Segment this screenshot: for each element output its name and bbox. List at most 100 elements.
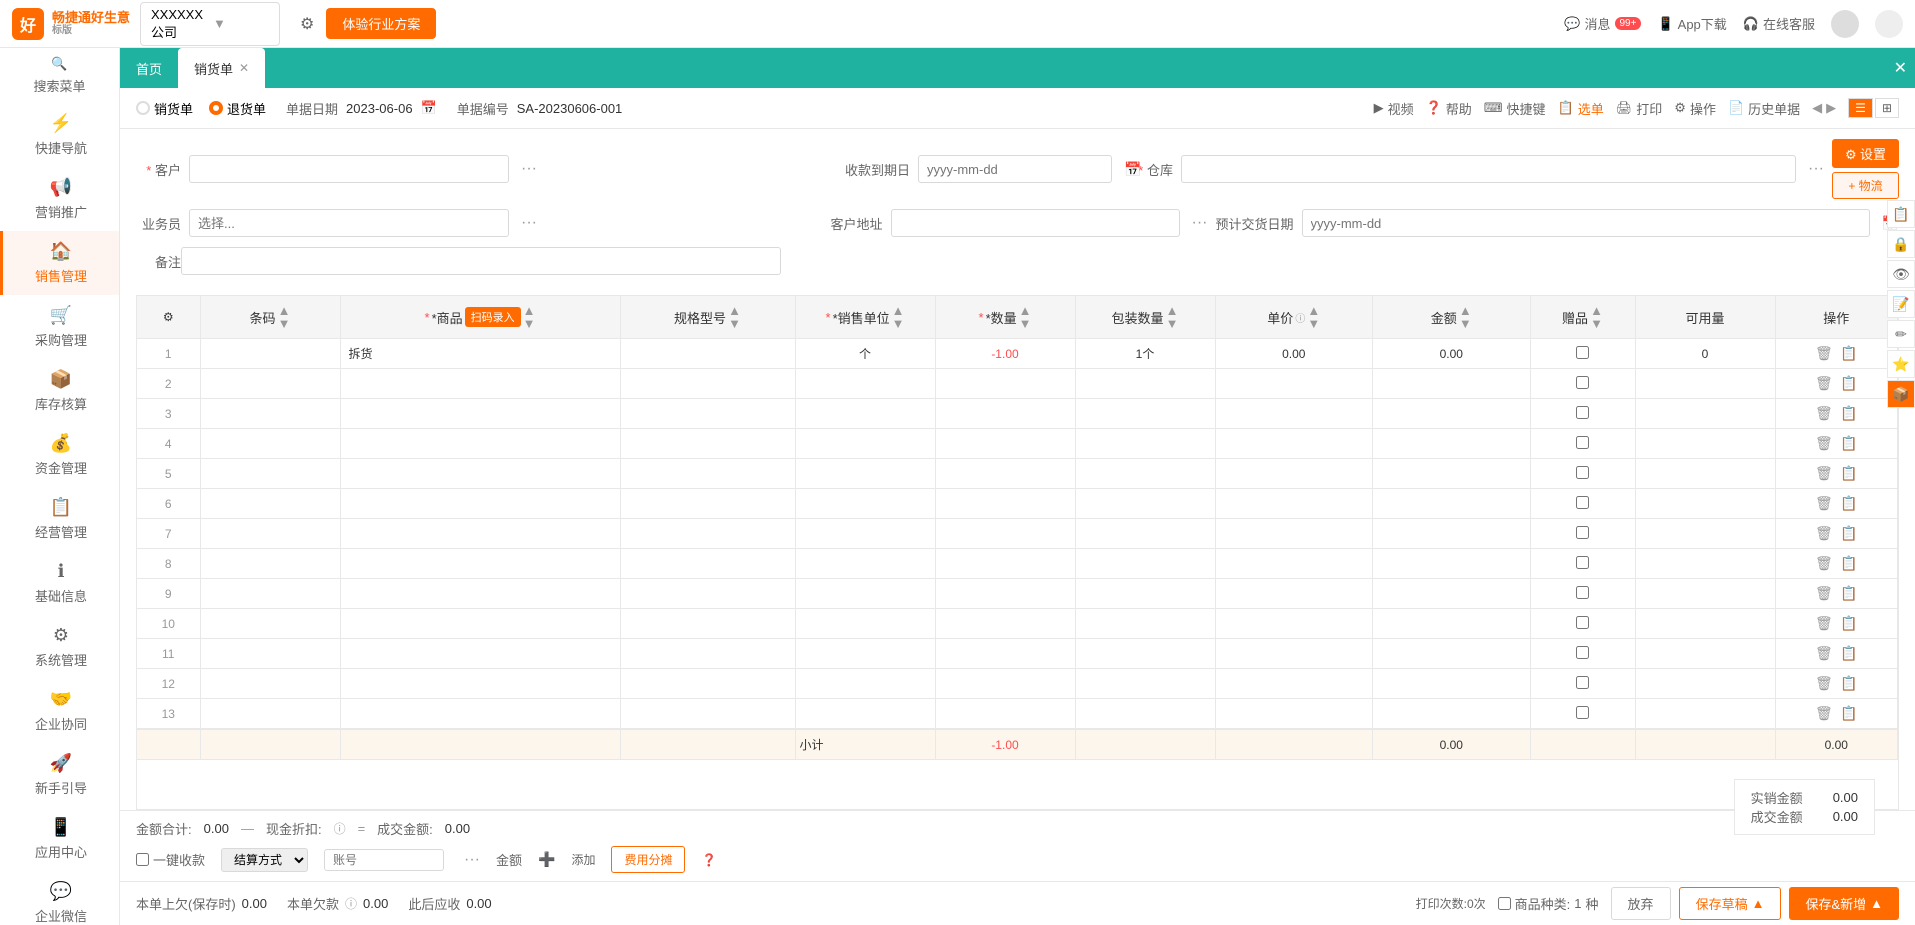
add-icon[interactable]: ➕ <box>538 851 555 868</box>
copy-row-icon-2[interactable]: 📋 <box>1838 405 1859 421</box>
th-gift[interactable]: 赠品▲▼ <box>1530 296 1635 339</box>
one-click-collect-input[interactable] <box>136 853 149 866</box>
customer-input[interactable] <box>189 155 509 183</box>
history-btn[interactable]: 📄 历史单据 <box>1728 99 1800 118</box>
copy-row-icon-10[interactable]: 📋 <box>1838 645 1859 661</box>
sidebar-search[interactable]: 🔍 搜索菜单 <box>0 48 119 103</box>
delete-row-icon-9[interactable]: 🗑 <box>1813 615 1835 631</box>
video-btn[interactable]: ▶ 视频 <box>1374 99 1414 118</box>
tab-sales-order[interactable]: 销货单 ✕ <box>178 48 265 88</box>
delete-row-icon-11[interactable]: 🗑 <box>1813 675 1835 691</box>
company-selector[interactable]: XXXXXX公司 ▼ <box>140 2 280 46</box>
copy-row-icon-3[interactable]: 📋 <box>1838 435 1859 451</box>
th-price[interactable]: 单价ⓘ▲▼ <box>1215 296 1373 339</box>
copy-row-icon-0[interactable]: 📋 <box>1838 345 1859 361</box>
view-btn-grid[interactable]: ⊞ <box>1875 98 1899 118</box>
gift-checkbox-8[interactable] <box>1576 586 1589 599</box>
add-label[interactable]: 添加 <box>571 851 595 868</box>
customer-addr-input[interactable] <box>891 209 1180 237</box>
fee-help-icon[interactable]: ❓ <box>701 853 716 867</box>
sidebar-item-operations[interactable]: 📋经营管理 <box>0 487 119 551</box>
shortcut-btn[interactable]: ⌨ 快捷键 <box>1484 99 1546 118</box>
sidebar-item-sales-mgmt[interactable]: 🏠销售管理 <box>0 231 119 295</box>
owed-help-icon[interactable]: ⓘ <box>345 895 357 912</box>
online-service-item[interactable]: 🎧 在线客服 <box>1743 14 1815 33</box>
th-amount[interactable]: 金额▲▼ <box>1373 296 1531 339</box>
th-unit[interactable]: **销售单位▲▼ <box>795 296 935 339</box>
tab-close-icon[interactable]: ✕ <box>239 61 249 75</box>
product-kind-checkbox[interactable] <box>1498 897 1511 910</box>
delete-row-icon-2[interactable]: 🗑 <box>1813 405 1835 421</box>
addr-dots-icon[interactable]: ··· <box>1192 214 1208 232</box>
copy-row-icon-8[interactable]: 📋 <box>1838 585 1859 601</box>
gift-checkbox-4[interactable] <box>1576 466 1589 479</box>
delete-row-icon-4[interactable]: 🗑 <box>1813 465 1835 481</box>
save-draft-button[interactable]: 保存草稿 ▲ <box>1679 887 1782 920</box>
radio-return-order[interactable]: 退货单 <box>209 99 266 118</box>
gift-checkbox-2[interactable] <box>1576 406 1589 419</box>
account-dots-icon[interactable]: ··· <box>464 851 480 869</box>
collection-account-input[interactable] <box>324 849 444 871</box>
delete-row-icon-7[interactable]: 🗑 <box>1813 555 1835 571</box>
app-download-item[interactable]: 📱 App下载 <box>1657 14 1726 33</box>
messages-item[interactable]: 💬 消息 99+ <box>1564 14 1641 33</box>
copy-row-icon-7[interactable]: 📋 <box>1838 555 1859 571</box>
discard-button[interactable]: 放弃 <box>1611 887 1671 920</box>
salesperson-input[interactable] <box>189 209 509 237</box>
operation-btn[interactable]: ⚙ 操作 <box>1674 99 1716 118</box>
cash-discount-help-icon[interactable]: ⓘ <box>334 820 346 837</box>
sidebar-item-enterprise[interactable]: 🤝企业协同 <box>0 679 119 743</box>
delete-row-icon-12[interactable]: 🗑 <box>1813 705 1835 721</box>
right-tool-6[interactable]: ⭐ <box>1887 350 1915 378</box>
copy-row-icon-6[interactable]: 📋 <box>1838 525 1859 541</box>
warehouse-dots-icon[interactable]: ··· <box>1808 160 1824 178</box>
th-barcode[interactable]: 条码▲▼ <box>200 296 340 339</box>
delete-row-icon-0[interactable]: 🗑 <box>1813 345 1835 361</box>
sidebar-item-app-center[interactable]: 📱应用中心 <box>0 807 119 871</box>
table-container[interactable]: ⚙ 条码▲▼ **商品 扫码录入 ▲▼ 规格型号▲ <box>136 295 1899 810</box>
help-btn[interactable]: ❓ 帮助 <box>1426 99 1472 118</box>
delete-row-icon-1[interactable]: 🗑 <box>1813 375 1835 391</box>
select-btn[interactable]: 📋 选单 <box>1558 99 1604 118</box>
warehouse-input[interactable]: 建材仓 <box>1181 155 1796 183</box>
sidebar-item-basics[interactable]: ℹ基础信息 <box>0 551 119 615</box>
gift-checkbox-6[interactable] <box>1576 526 1589 539</box>
next-arrow-icon[interactable]: ▶ <box>1826 100 1836 116</box>
gift-checkbox-10[interactable] <box>1576 646 1589 659</box>
copy-row-icon-9[interactable]: 📋 <box>1838 615 1859 631</box>
tab-home[interactable]: 首页 <box>120 48 178 88</box>
save-new-button[interactable]: 保存&新增 ▲ <box>1789 887 1899 920</box>
th-qty[interactable]: **数量▲▼ <box>935 296 1075 339</box>
sidebar-item-purchase-mgmt[interactable]: 🛒采购管理 <box>0 295 119 359</box>
gift-checkbox-3[interactable] <box>1576 436 1589 449</box>
right-tool-2[interactable]: 🔒 <box>1887 230 1915 258</box>
settlement-method-select[interactable]: 结算方式 <box>221 848 308 872</box>
close-form-icon[interactable]: ✕ <box>1894 60 1907 77</box>
sidebar-item-system[interactable]: ⚙系统管理 <box>0 615 119 679</box>
trial-button[interactable]: 体验行业方案 <box>326 8 436 39</box>
th-settings[interactable]: ⚙ <box>137 296 200 339</box>
gift-checkbox-12[interactable] <box>1576 706 1589 719</box>
gift-checkbox-11[interactable] <box>1576 676 1589 689</box>
print-btn[interactable]: 🖨 打印 <box>1616 99 1663 118</box>
th-product[interactable]: **商品 扫码录入 ▲▼ <box>340 296 620 339</box>
settings-side-btn[interactable]: ⚙ 设置 <box>1832 139 1899 168</box>
customer-dots-icon[interactable]: ··· <box>521 160 537 178</box>
sidebar-item-wechat[interactable]: 💬企业微信 <box>0 871 119 925</box>
sidebar-item-finance[interactable]: 💰资金管理 <box>0 423 119 487</box>
delete-row-icon-8[interactable]: 🗑 <box>1813 585 1835 601</box>
right-tool-4[interactable]: 📝 <box>1887 290 1915 318</box>
logistics-side-btn[interactable]: + 物流 <box>1832 172 1899 199</box>
sidebar-item-marketing[interactable]: 📢营销推广 <box>0 167 119 231</box>
expected-delivery-input[interactable] <box>1302 209 1870 237</box>
gift-checkbox-0[interactable] <box>1576 346 1589 359</box>
gift-checkbox-9[interactable] <box>1576 616 1589 629</box>
right-tool-7[interactable]: 📦 <box>1887 380 1915 408</box>
sidebar-item-inventory[interactable]: 📦库存核算 <box>0 359 119 423</box>
copy-row-icon-1[interactable]: 📋 <box>1838 375 1859 391</box>
copy-row-icon-5[interactable]: 📋 <box>1838 495 1859 511</box>
th-pack[interactable]: 包装数量▲▼ <box>1075 296 1215 339</box>
gift-checkbox-1[interactable] <box>1576 376 1589 389</box>
fee-split-btn[interactable]: 费用分摊 <box>611 846 685 873</box>
copy-row-icon-4[interactable]: 📋 <box>1838 465 1859 481</box>
